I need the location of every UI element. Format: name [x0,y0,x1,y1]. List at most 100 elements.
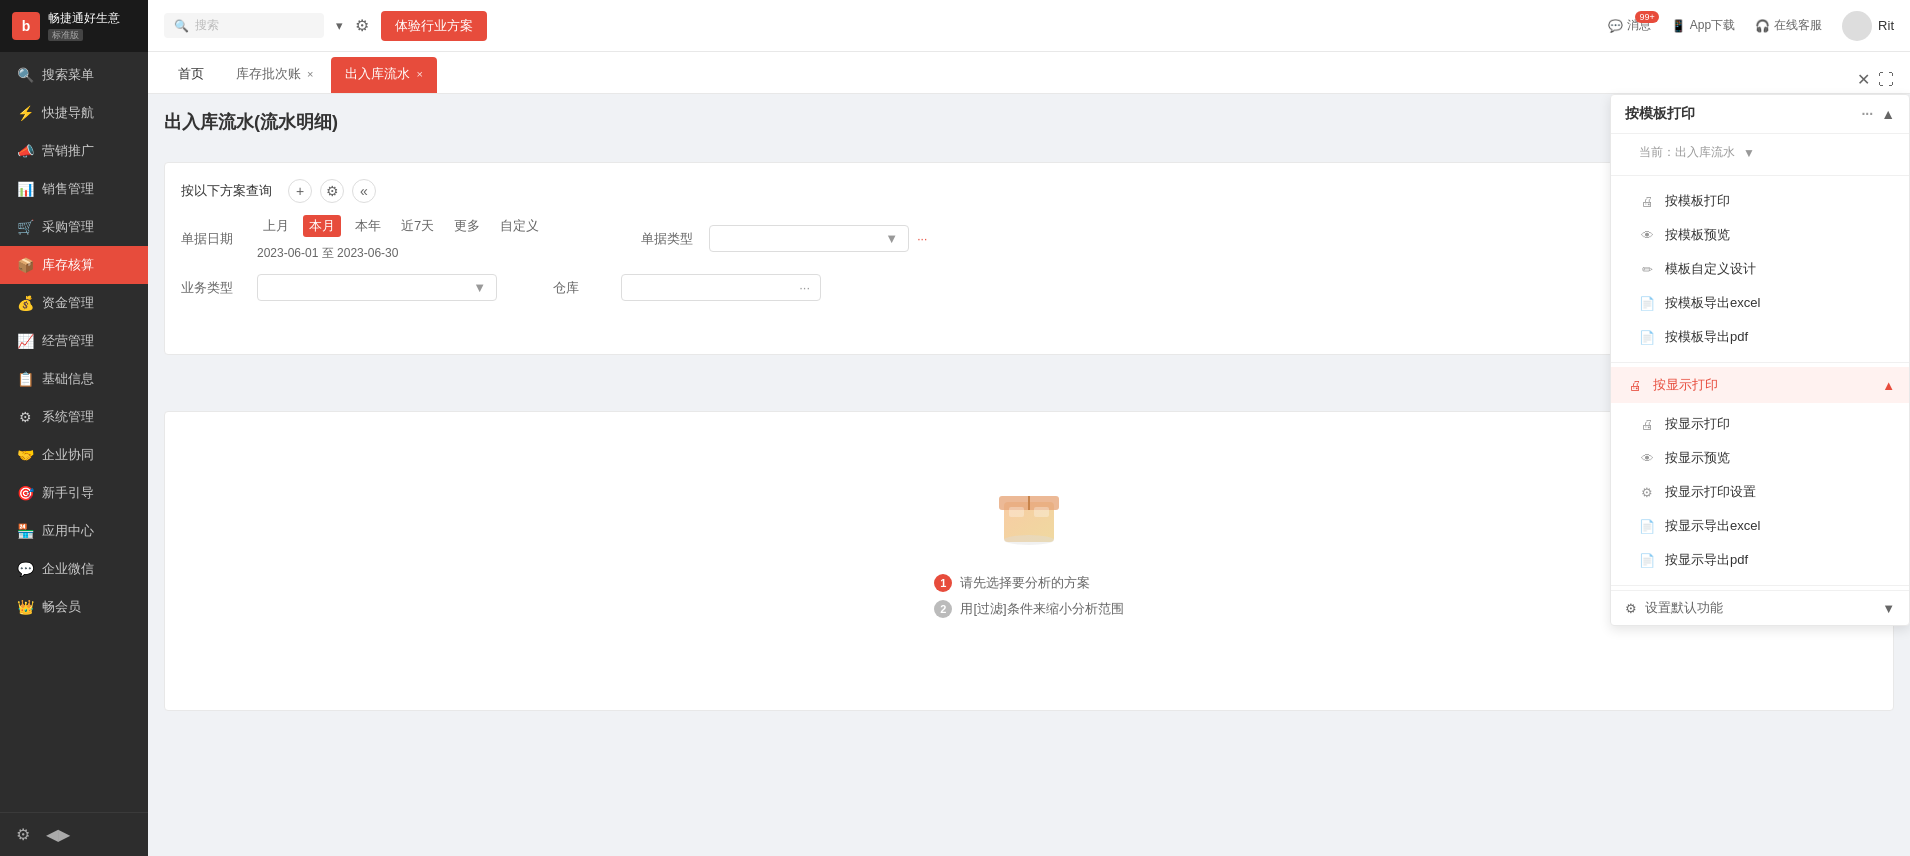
export-pdf-display-item[interactable]: 📄 按显示导出pdf [1611,543,1909,577]
date-range-display: 2023-06-01 至 2023-06-30 [257,245,545,262]
guide-icon: 🎯 [16,484,34,502]
sidebar-item-marketing[interactable]: 📣 营销推广 [0,132,148,170]
print-settings-display-item[interactable]: ⚙ 按显示打印设置 [1611,475,1909,509]
empty-step-1: 1 请先选择要分析的方案 [934,574,1123,592]
headset-icon: 🎧 [1755,19,1770,33]
topbar: 🔍 搜索 ▾ ⚙ 体验行业方案 💬 消息 99+ 📱 App下载 🎧 在线客服 … [148,0,1910,52]
logo-tag: 标准版 [48,27,120,42]
preview-display-item[interactable]: 👁 按显示预览 [1611,441,1909,475]
add-filter-button[interactable]: + [288,179,312,203]
custom-template-icon: ✏ [1639,261,1655,277]
tab-inventory-flow[interactable]: 出入库流水 × [331,57,436,93]
tab-close-flow[interactable]: × [416,68,422,80]
date-opt-custom[interactable]: 自定义 [494,215,545,237]
type-select[interactable]: ▼ [709,225,909,252]
tabs-window-controls: ✕ ⛶ [1857,70,1894,93]
online-service-button[interactable]: 🎧 在线客服 [1755,17,1822,34]
tab-inventory-batch[interactable]: 库存批次账 × [222,57,327,93]
sidebar-item-purchase[interactable]: 🛒 采购管理 [0,208,148,246]
date-opt-7days[interactable]: 近7天 [395,215,440,237]
type-more-button[interactable]: ··· [917,232,927,246]
dropdown-more-icon[interactable]: ··· [1861,106,1873,122]
empty-step-2: 2 用[过滤]条件来缩小分析范围 [934,600,1123,618]
print-template-item[interactable]: 🖨 按模板打印 [1611,184,1909,218]
date-opt-more[interactable]: 更多 [448,215,486,237]
sales-icon: 📊 [16,180,34,198]
dropdown-collapse-icon[interactable]: ▲ [1881,106,1895,122]
sidebar-item-shortcut[interactable]: ⚡ 快捷导航 [0,94,148,132]
operations-icon: 📈 [16,332,34,350]
sidebar-item-basic[interactable]: 📋 基础信息 [0,360,148,398]
export-pdf-template-item[interactable]: 📄 按模板导出pdf [1611,320,1909,354]
export-pdf-display-icon: 📄 [1639,552,1655,568]
settings-filter-button[interactable]: ⚙ [320,179,344,203]
sidebar-item-coop[interactable]: 🤝 企业协同 [0,436,148,474]
sidebar-item-finance[interactable]: 💰 资金管理 [0,284,148,322]
topbar-settings-icon[interactable]: ⚙ [355,16,369,35]
svg-rect-4 [1009,507,1024,517]
dropdown-header-actions: ··· ▲ [1861,106,1895,122]
export-excel-template-icon: 📄 [1639,295,1655,311]
settings-bottom-icon[interactable]: ⚙ [16,825,30,844]
warehouse-select-arrow: ··· [799,280,810,295]
type-filter-label: 单据类型 [641,230,701,248]
date-options: 上月 本月 本年 近7天 更多 自定义 [257,215,545,237]
search-icon: 🔍 [16,66,34,84]
empty-steps: 1 请先选择要分析的方案 2 用[过滤]条件来缩小分析范围 [934,574,1123,618]
footer-arrow: ▼ [1882,601,1895,616]
biz-type-select[interactable]: ▼ [257,274,497,301]
window-expand-button[interactable]: ⛶ [1878,71,1894,89]
sidebar-item-wechat[interactable]: 💬 企业微信 [0,550,148,588]
dropdown-footer[interactable]: ⚙ 设置默认功能 ▼ [1611,590,1909,625]
tab-close-batch[interactable]: × [307,68,313,80]
type-filter-group: 单据类型 ▼ ··· [641,225,927,252]
app-logo: b 畅捷通好生意 标准版 [0,0,148,52]
step-2-num: 2 [934,600,952,618]
inventory-icon: 📦 [16,256,34,274]
print-settings-icon: ⚙ [1639,484,1655,500]
message-button[interactable]: 💬 消息 99+ [1608,17,1651,34]
settings-default-icon: ⚙ [1625,601,1637,616]
collapse-sidebar-icon[interactable]: ◀▶ [46,825,70,844]
display-section-arrow: ▲ [1882,378,1895,393]
custom-template-item[interactable]: ✏ 模板自定义设计 [1611,252,1909,286]
sidebar-item-search[interactable]: 🔍 搜索菜单 [0,56,148,94]
sidebar-item-system[interactable]: ⚙ 系统管理 [0,398,148,436]
current-arrow[interactable]: ▼ [1743,146,1755,160]
step-1-num: 1 [934,574,952,592]
preview-template-item[interactable]: 👁 按模板预览 [1611,218,1909,252]
coop-icon: 🤝 [16,446,34,464]
sidebar-item-inventory[interactable]: 📦 库存核算 [0,246,148,284]
user-area[interactable]: Rit [1842,11,1894,41]
purchase-icon: 🛒 [16,218,34,236]
date-opt-thisyear[interactable]: 本年 [349,215,387,237]
member-icon: 👑 [16,598,34,616]
empty-icon [984,472,1074,562]
tab-home[interactable]: 首页 [164,57,218,93]
biz-select-arrow: ▼ [473,280,486,295]
sidebar-item-operations[interactable]: 📈 经营管理 [0,322,148,360]
user-name: Rit [1878,18,1894,33]
export-excel-display-item[interactable]: 📄 按显示导出excel [1611,509,1909,543]
print-display-item[interactable]: 🖨 按显示打印 [1611,407,1909,441]
solution-button[interactable]: 体验行业方案 [381,11,487,41]
collapse-filter-button[interactable]: « [352,179,376,203]
sidebar-item-sales[interactable]: 📊 销售管理 [0,170,148,208]
display-print-header[interactable]: 🖨 按显示打印 ▲ [1611,367,1909,403]
sidebar-item-guide[interactable]: 🎯 新手引导 [0,474,148,512]
sidebar-item-member[interactable]: 👑 畅会员 [0,588,148,626]
sidebar-item-appstore[interactable]: 🏪 应用中心 [0,512,148,550]
export-excel-template-item[interactable]: 📄 按模板导出excel [1611,286,1909,320]
date-opt-lastmonth[interactable]: 上月 [257,215,295,237]
preview-template-icon: 👁 [1639,227,1655,243]
date-opt-thismonth[interactable]: 本月 [303,215,341,237]
dropdown-divider-2 [1611,362,1909,363]
topbar-right: 💬 消息 99+ 📱 App下载 🎧 在线客服 Rit [1608,11,1894,41]
topbar-dropdown-arrow[interactable]: ▾ [336,18,343,33]
topbar-search-box[interactable]: 🔍 搜索 [164,13,324,38]
app-download-button[interactable]: 📱 App下载 [1671,17,1735,34]
window-close-button[interactable]: ✕ [1857,70,1870,89]
logo-name: 畅捷通好生意 [48,10,120,27]
warehouse-select[interactable]: ··· [621,274,821,301]
avatar [1842,11,1872,41]
